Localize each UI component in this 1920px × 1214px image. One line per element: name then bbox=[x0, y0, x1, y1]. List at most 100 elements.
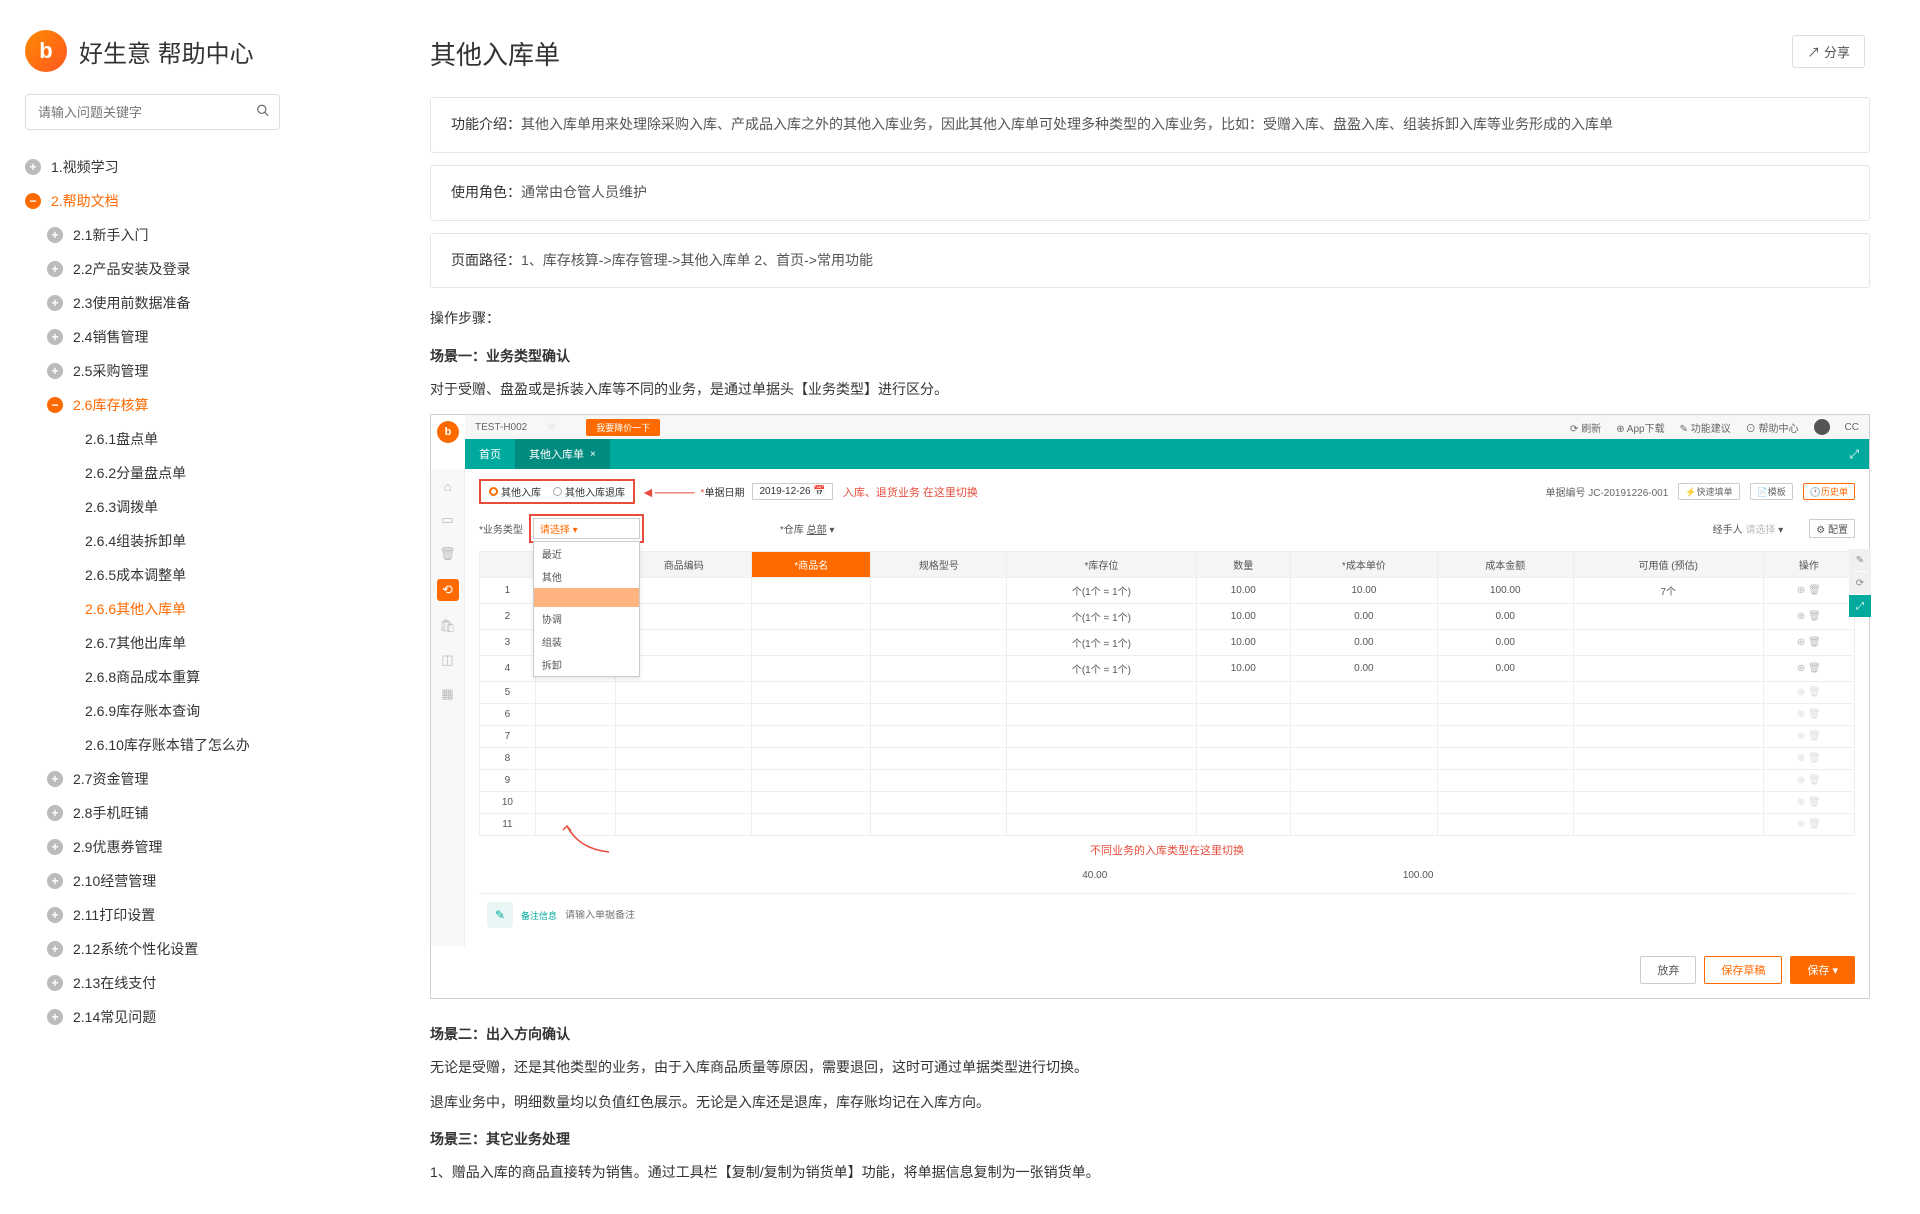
sidebar-item-label: 2.13在线支付 bbox=[73, 973, 156, 993]
ss-avatar-icon bbox=[1814, 419, 1830, 435]
scene2-text1: 无论是受赠，还是其他类型的业务，由于入库商品质量等原因，需要退回，这时可通过单据… bbox=[430, 1054, 1870, 1081]
ss-topbar: TEST-H002 ☆ 我要降价一下 ⟳ 刷新 ⊕ App下载 ✎ 功能建议 ⊙… bbox=[465, 415, 1869, 439]
ss-data-table: 批号商品编码*商品名规格型号*库存位数量*成本单价成本金额可用值 (预估)操作 … bbox=[479, 551, 1855, 836]
expand-icon: ⤢ bbox=[1849, 447, 1869, 462]
path-text: 1、库存核算->库存管理->其他入库单 2、首页->常用功能 bbox=[521, 252, 873, 268]
sidebar-item[interactable]: +2.2产品安装及登录 bbox=[25, 252, 280, 286]
sidebar-item[interactable]: 2.6.8商品成本重算 bbox=[25, 660, 280, 694]
expand-icon: + bbox=[47, 805, 63, 821]
sidebar-item[interactable]: +2.3使用前数据准备 bbox=[25, 286, 280, 320]
sidebar-item[interactable]: 2.6.2分量盘点单 bbox=[25, 456, 280, 490]
role-label: 使用角色： bbox=[451, 184, 521, 200]
expand-icon: + bbox=[47, 363, 63, 379]
sidebar-item-label: 2.11打印设置 bbox=[73, 905, 155, 925]
expand-icon: + bbox=[47, 1009, 63, 1025]
sidebar-item[interactable]: 2.6.3调拨单 bbox=[25, 490, 280, 524]
ss-user: CC bbox=[1845, 422, 1859, 433]
collapse-icon: − bbox=[25, 193, 41, 209]
sidebar-item-label: 2.6.5成本调整单 bbox=[85, 565, 186, 585]
ss-biz-type-dropdown: 请选择 ▾ 最近其他 协调组装拆卸 bbox=[529, 514, 644, 543]
box-icon: ◫ bbox=[439, 651, 457, 669]
main-content: ↗ 分享 其他入库单 功能介绍：其他入库单用来处理除采购入库、产成品入库之外的其… bbox=[300, 0, 1920, 1214]
sidebar-item-label: 2.6.7其他出库单 bbox=[85, 633, 186, 653]
sidebar-item[interactable]: +2.11打印设置 bbox=[25, 898, 280, 932]
active-tool-icon: ⟲ bbox=[437, 579, 459, 601]
doc-icon: ▭ bbox=[439, 511, 457, 529]
ss-draft-button: 保存草稿 bbox=[1704, 956, 1782, 984]
page-title: 其他入库单 bbox=[430, 35, 1870, 72]
sidebar-item[interactable]: +2.8手机旺铺 bbox=[25, 796, 280, 830]
trash-icon: 🗑 bbox=[439, 545, 457, 563]
sidebar-item-label: 2.6.6其他入库单 bbox=[85, 599, 186, 619]
steps-label: 操作步骤： bbox=[430, 306, 1870, 331]
ss-env: TEST-H002 bbox=[475, 422, 527, 433]
sidebar-item[interactable]: 2.6.4组装拆卸单 bbox=[25, 524, 280, 558]
sidebar-item[interactable]: +2.4销售管理 bbox=[25, 320, 280, 354]
logo: b 好生意 帮助中心 bbox=[25, 30, 280, 72]
radio-unchecked-icon bbox=[553, 487, 562, 496]
ss-discard-button: 放弃 bbox=[1640, 956, 1696, 984]
intro-box: 功能介绍：其他入库单用来处理除采购入库、产成品入库之外的其他入库业务，因此其他入… bbox=[430, 97, 1870, 153]
sidebar-item[interactable]: +2.1新手入门 bbox=[25, 218, 280, 252]
share-icon: ↗ bbox=[1807, 45, 1820, 60]
sidebar-item[interactable]: +2.14常见问题 bbox=[25, 1000, 280, 1034]
sidebar-item-label: 2.9优惠券管理 bbox=[73, 837, 162, 857]
path-box: 页面路径：1、库存核算->库存管理->其他入库单 2、首页->常用功能 bbox=[430, 233, 1870, 289]
sidebar-item[interactable]: +2.12系统个性化设置 bbox=[25, 932, 280, 966]
tool-icon: ✎ bbox=[1849, 549, 1871, 571]
sidebar-item[interactable]: 2.6.6其他入库单 bbox=[25, 592, 280, 626]
sidebar-item-label: 2.6.8商品成本重算 bbox=[85, 667, 200, 687]
scene2-title: 场景二：出入方向确认 bbox=[430, 1024, 1870, 1044]
search-box bbox=[25, 94, 280, 130]
expand-icon: + bbox=[47, 771, 63, 787]
sidebar-item[interactable]: 2.6.10库存账本错了怎么办 bbox=[25, 728, 280, 762]
sidebar-item[interactable]: +2.10经营管理 bbox=[25, 864, 280, 898]
sidebar-item[interactable]: +2.7资金管理 bbox=[25, 762, 280, 796]
arrow-left-icon: ◄──── bbox=[641, 484, 695, 500]
logo-icon: b bbox=[25, 30, 67, 72]
embedded-screenshot: b TEST-H002 ☆ 我要降价一下 ⟳ 刷新 ⊕ App下载 ✎ 功能建议… bbox=[430, 414, 1870, 999]
ss-footer-buttons: 放弃 保存草稿 保存 ▾ bbox=[431, 946, 1869, 998]
ss-side-tools: ✎ ⟳ ⤢ bbox=[1849, 549, 1871, 618]
sidebar-item[interactable]: +1.视频学习 bbox=[25, 150, 280, 184]
ss-app-logo-icon: b bbox=[437, 421, 459, 443]
sidebar-item[interactable]: 2.6.5成本调整单 bbox=[25, 558, 280, 592]
close-icon: × bbox=[590, 449, 596, 460]
scene3-text1: 1、赠品入库的商品直接转为销售。通过工具栏【复制/复制为销货单】功能，将单据信息… bbox=[430, 1159, 1870, 1186]
sidebar-item-label: 2.6库存核算 bbox=[73, 395, 148, 415]
tool-icon: ⤢ bbox=[1849, 595, 1871, 617]
sidebar-item-label: 2.6.4组装拆卸单 bbox=[85, 531, 186, 551]
dropdown-option: 组装 bbox=[534, 630, 639, 653]
share-button[interactable]: ↗ 分享 bbox=[1792, 35, 1865, 68]
sidebar-item-label: 2.6.3调拨单 bbox=[85, 497, 158, 517]
ss-pill: ⚡快速填单 bbox=[1678, 483, 1739, 500]
collapse-icon: − bbox=[47, 397, 63, 413]
ss-type-radio-group: 其他入库 其他入库退库 bbox=[479, 479, 635, 504]
ss-totals-row: 40.00 100.00 bbox=[479, 864, 1855, 887]
sidebar-item-label: 2.10经营管理 bbox=[73, 871, 156, 891]
tool-icon: ⟳ bbox=[1849, 572, 1871, 594]
home-icon: ⌂ bbox=[439, 477, 457, 495]
sidebar-item[interactable]: +2.5采购管理 bbox=[25, 354, 280, 388]
ss-top-link: ⊙ 帮助中心 bbox=[1746, 420, 1799, 435]
sidebar-item-label: 1.视频学习 bbox=[51, 157, 119, 177]
ss-pill: 📄模板 bbox=[1750, 483, 1793, 500]
sidebar-item[interactable]: 2.6.1盘点单 bbox=[25, 422, 280, 456]
sidebar-item[interactable]: −2.帮助文档 bbox=[25, 184, 280, 218]
expand-icon: + bbox=[47, 975, 63, 991]
sidebar-item[interactable]: −2.6库存核算 bbox=[25, 388, 280, 422]
sidebar-item-label: 2.5采购管理 bbox=[73, 361, 148, 381]
ss-orange-btn: 我要降价一下 bbox=[586, 419, 660, 436]
intro-text: 其他入库单用来处理除采购入库、产成品入库之外的其他入库业务，因此其他入库单可处理… bbox=[521, 116, 1613, 132]
role-box: 使用角色：通常由仓管人员维护 bbox=[430, 165, 1870, 221]
sidebar-item[interactable]: +2.9优惠券管理 bbox=[25, 830, 280, 864]
ss-tab-bar: 首页 其他入库单× ⤢ bbox=[465, 439, 1869, 469]
expand-icon: + bbox=[47, 873, 63, 889]
search-input[interactable] bbox=[25, 94, 280, 130]
sidebar-item-label: 2.4销售管理 bbox=[73, 327, 148, 347]
sidebar: b 好生意 帮助中心 +1.视频学习−2.帮助文档+2.1新手入门+2.2产品安… bbox=[0, 0, 300, 1214]
sidebar-item[interactable]: 2.6.9库存账本查询 bbox=[25, 694, 280, 728]
sidebar-item[interactable]: +2.13在线支付 bbox=[25, 966, 280, 1000]
sidebar-item[interactable]: 2.6.7其他出库单 bbox=[25, 626, 280, 660]
sidebar-item-label: 2.6.9库存账本查询 bbox=[85, 701, 200, 721]
